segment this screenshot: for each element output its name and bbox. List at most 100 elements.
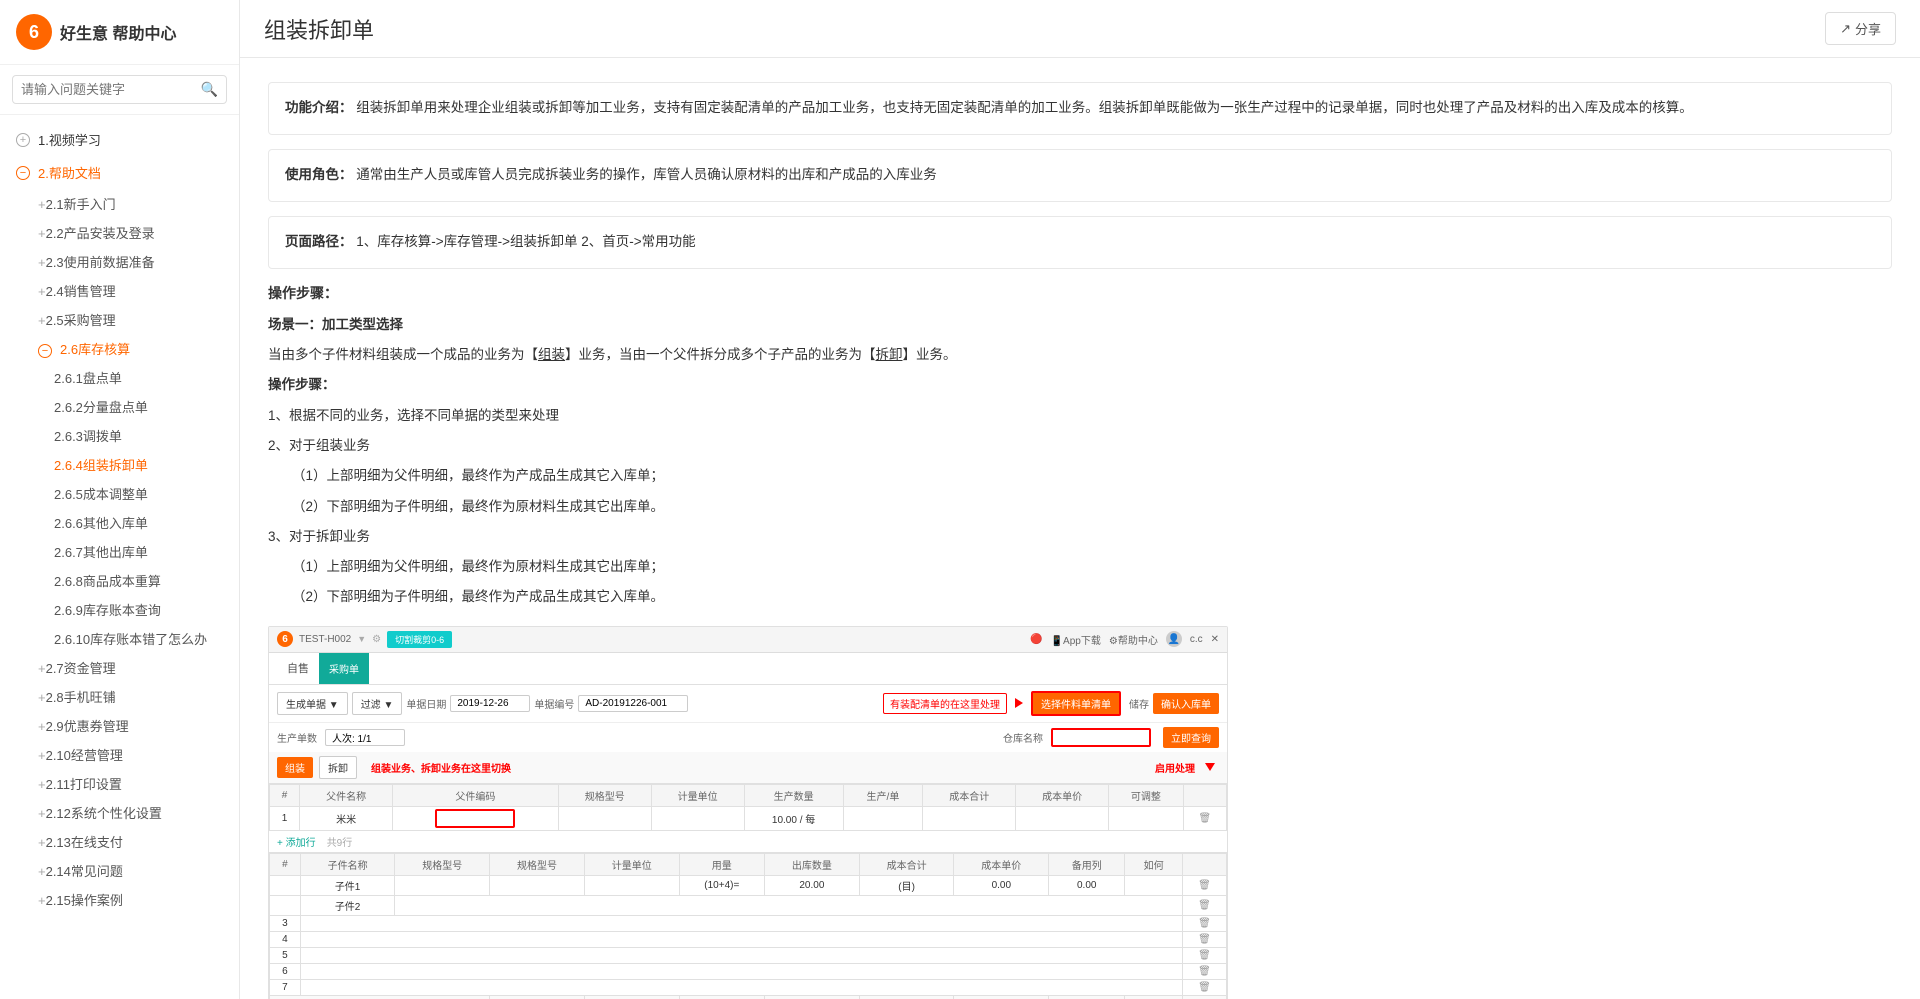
lr6-del[interactable]: 🗑 bbox=[1182, 963, 1226, 979]
lower-col-reserve: 备用列 bbox=[1049, 853, 1125, 875]
sidebar-item-docs[interactable]: − 2.帮助文档 bbox=[0, 156, 239, 189]
bill-input[interactable] bbox=[578, 695, 688, 712]
arrow-right-1 bbox=[1015, 698, 1023, 708]
logo-icon: 6 bbox=[16, 14, 52, 50]
app-titlebar: 6 TEST-H002 ▼ ⚙ 切割裁剪0-6 🔴 📱App下载 ⚙帮助中心 👤… bbox=[269, 627, 1227, 653]
sidebar-item-video-label: 1.视频学习 bbox=[38, 130, 101, 149]
step3-sub2: （2）下部明细为子件明细，最终作为产成品生成其它入库单。 bbox=[292, 585, 1892, 609]
nav-tab-home[interactable]: 自售 bbox=[277, 653, 319, 684]
sidebar-item-inventory-transfer[interactable]: 2.6.3调拨单 bbox=[54, 421, 239, 450]
app-main-nav: 自售 采购单 bbox=[269, 653, 1227, 685]
feature-intro-text: 组装拆卸单用来处理企业组装或拆卸等加工业务，支持有固定装配清单的产品加工业务，也… bbox=[356, 100, 1693, 115]
btn-assembly-type[interactable]: 组装 bbox=[277, 757, 313, 778]
lr1-how bbox=[1125, 875, 1183, 895]
lower-row-4: 4 🗑 bbox=[270, 931, 1227, 947]
type-annotation: 组装业务、拆卸业务在这里切换 bbox=[371, 760, 511, 775]
date-input[interactable] bbox=[450, 695, 530, 712]
docs-sub-items: +2.1新手入门 +2.2产品安装及登录 +2.3使用前数据准备 +2.4销售管… bbox=[0, 189, 239, 914]
sidebar-item-ledger-fix[interactable]: 2.6.10库存账本错了怎么办 bbox=[54, 624, 239, 653]
upper-cell-unit bbox=[651, 806, 744, 830]
date-label: 单据日期 bbox=[406, 696, 446, 711]
sidebar-item-inventory[interactable]: −2.6库存核算 bbox=[38, 334, 239, 363]
upper-col-adjust: 可调整 bbox=[1109, 784, 1184, 806]
bill-label: 单据编号 bbox=[534, 696, 574, 711]
sidebar-item-cost-adjust[interactable]: 2.6.5成本调整单 bbox=[54, 479, 239, 508]
lr2-del[interactable]: 🗑 bbox=[1182, 895, 1226, 915]
sidebar-item-faq[interactable]: +2.14常见问题 bbox=[38, 856, 239, 885]
form-count-input[interactable] bbox=[325, 729, 405, 746]
sidebar-item-other-in[interactable]: 2.6.6其他入库单 bbox=[54, 508, 239, 537]
ops-steps-label: 操作步骤： bbox=[268, 373, 1892, 397]
lr4-del[interactable]: 🗑 bbox=[1182, 931, 1226, 947]
btn-select-bom[interactable]: 选择件料单清单 bbox=[1031, 691, 1121, 716]
sidebar-item-data-prep[interactable]: +2.3使用前数据准备 bbox=[38, 247, 239, 276]
lr7-del[interactable]: 🗑 bbox=[1182, 979, 1226, 995]
btn-apply[interactable]: 立即查询 bbox=[1163, 727, 1219, 748]
sidebar-item-inventory-partial[interactable]: 2.6.2分量盘点单 bbox=[54, 392, 239, 421]
share-button[interactable]: ↗ 分享 bbox=[1825, 12, 1896, 45]
upper-cell-del[interactable]: 🗑 bbox=[1183, 806, 1226, 830]
btn-new[interactable]: 生成单据 ▼ bbox=[277, 692, 348, 715]
nav-tab-purchase[interactable]: 采购单 bbox=[319, 653, 369, 684]
upper-table-row: 1 米米 10.00 / 每 bbox=[270, 806, 1227, 830]
sidebar-item-print[interactable]: +2.11打印设置 bbox=[38, 769, 239, 798]
sidebar-item-coupon[interactable]: +2.9优惠券管理 bbox=[38, 711, 239, 740]
lr2-num bbox=[270, 895, 301, 915]
sidebar-item-payment[interactable]: +2.13在线支付 bbox=[38, 827, 239, 856]
sidebar-item-newbie[interactable]: +2.1新手入门 bbox=[38, 189, 239, 218]
scene1-heading-text: 场景一：加工类型选择 bbox=[268, 317, 403, 332]
sidebar-item-cost-recalc[interactable]: 2.6.8商品成本重算 bbox=[54, 566, 239, 595]
sidebar-item-ledger-query[interactable]: 2.6.9库存账本查询 bbox=[54, 595, 239, 624]
upper-code-input[interactable] bbox=[435, 809, 515, 828]
sidebar-item-inventory-count[interactable]: 2.6.1盘点单 bbox=[54, 363, 239, 392]
btn-save[interactable]: 储存 bbox=[1129, 696, 1149, 711]
sidebar-item-assembly[interactable]: 2.6.4组装拆卸单 bbox=[54, 450, 239, 479]
search-input[interactable] bbox=[21, 82, 201, 97]
btn-filter[interactable]: 过滤 ▼ bbox=[352, 692, 403, 715]
step3-text: 3、对于拆卸业务 bbox=[268, 525, 1892, 549]
nav-tree: + 1.视频学习 − 2.帮助文档 +2.1新手入门 +2.2产品安装及登录 +… bbox=[0, 115, 239, 999]
sidebar-item-purchase[interactable]: +2.5采购管理 bbox=[38, 305, 239, 334]
upper-col-qty: 生产数量 bbox=[744, 784, 843, 806]
close-icon[interactable]: ✕ bbox=[1211, 634, 1219, 645]
sidebar-item-personalize[interactable]: +2.12系统个性化设置 bbox=[38, 798, 239, 827]
btn-disassembly-type[interactable]: 拆卸 bbox=[319, 756, 357, 779]
app-dropdown-icon: ▼ bbox=[357, 634, 366, 644]
lr2-name: 子件2 bbox=[300, 895, 395, 915]
add-upper-row-btn[interactable]: + 添加行 bbox=[277, 838, 316, 849]
lr5-del[interactable]: 🗑 bbox=[1182, 947, 1226, 963]
sidebar-item-finance[interactable]: +2.7资金管理 bbox=[38, 653, 239, 682]
app-id: TEST-H002 bbox=[299, 634, 351, 645]
app-teal-btn[interactable]: 切割裁剪0-6 bbox=[387, 631, 452, 648]
btn-confirm[interactable]: 确认入库单 bbox=[1153, 693, 1219, 714]
upper-col-unit: 计量单位 bbox=[651, 784, 744, 806]
lr5-rest bbox=[300, 947, 1182, 963]
lr5-num: 5 bbox=[270, 947, 301, 963]
sidebar-item-other-out[interactable]: 2.6.7其他出库单 bbox=[54, 537, 239, 566]
sidebar-item-mobile[interactable]: +2.8手机旺铺 bbox=[38, 682, 239, 711]
step3-sub1: （1）上部明细为父件明细，最终作为原材料生成其它出库单； bbox=[292, 555, 1892, 579]
sidebar-item-operations[interactable]: +2.10经营管理 bbox=[38, 740, 239, 769]
app-icons-right: 🔴 📱App下载 ⚙帮助中心 👤 c.c ✕ bbox=[1030, 631, 1219, 647]
lr1-del[interactable]: 🗑 bbox=[1182, 875, 1226, 895]
lr3-rest bbox=[300, 915, 1182, 931]
footer-v7 bbox=[1049, 995, 1125, 999]
lr1-reserve: 0.00 bbox=[1049, 875, 1125, 895]
lr7-num: 7 bbox=[270, 979, 301, 995]
footer-v1: 0.00 bbox=[490, 995, 585, 999]
sidebar-item-cases[interactable]: +2.15操作案例 bbox=[38, 885, 239, 914]
search-area: 🔍 bbox=[0, 65, 239, 115]
step2-text: 2、对于组装业务 bbox=[268, 434, 1892, 458]
upper-col-per: 生产/单 bbox=[843, 784, 923, 806]
search-icon[interactable]: 🔍 bbox=[201, 81, 218, 98]
warehouse-input[interactable] bbox=[1051, 728, 1151, 747]
lower-col-action bbox=[1182, 853, 1226, 875]
sidebar-item-install[interactable]: +2.2产品安装及登录 bbox=[38, 218, 239, 247]
sidebar: 6 好生意 帮助中心 🔍 + 1.视频学习 − 2.帮助文档 +2.1新手入门 bbox=[0, 0, 240, 999]
path-text: 1、库存核算->库存管理->组装拆卸单 2、首页->常用功能 bbox=[356, 234, 695, 249]
lower-row-7: 7 🗑 bbox=[270, 979, 1227, 995]
username: c.c bbox=[1190, 634, 1203, 645]
lr3-del[interactable]: 🗑 bbox=[1182, 915, 1226, 931]
sidebar-item-video[interactable]: + 1.视频学习 bbox=[0, 123, 239, 156]
sidebar-item-sales[interactable]: +2.4销售管理 bbox=[38, 276, 239, 305]
